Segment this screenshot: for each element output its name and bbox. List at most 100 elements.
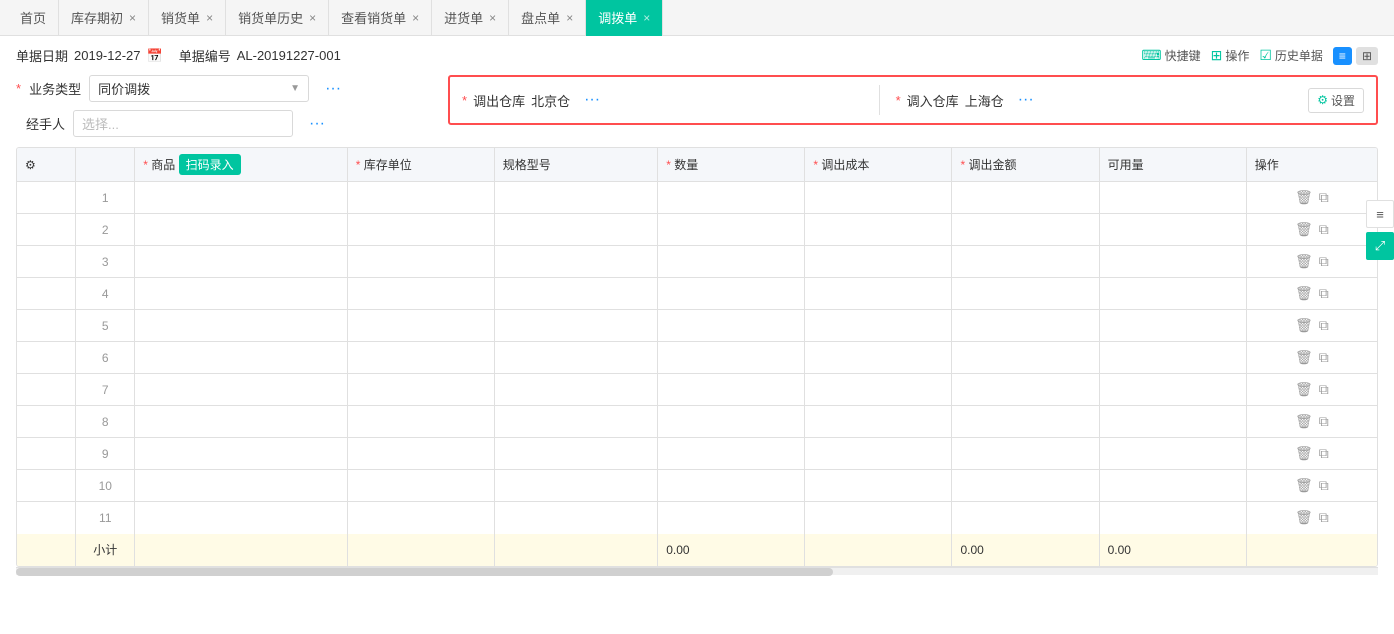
row-cost[interactable] <box>805 182 952 214</box>
manager-input[interactable]: 选择... <box>73 110 293 137</box>
row-cost[interactable] <box>805 374 952 406</box>
tab-view-sales[interactable]: 查看销货单 × <box>329 0 432 36</box>
tab-sales-history[interactable]: 销货单历史 × <box>226 0 329 36</box>
row-amount[interactable] <box>952 470 1099 502</box>
row-amount[interactable] <box>952 278 1099 310</box>
history-btn[interactable]: ☑ 历史单据 <box>1259 47 1323 64</box>
close-icon[interactable]: × <box>129 11 136 25</box>
row-product[interactable] <box>135 502 348 534</box>
row-unit[interactable] <box>347 374 494 406</box>
close-icon[interactable]: × <box>309 11 316 25</box>
business-type-input[interactable]: 同价调拨 ▼ <box>89 75 309 102</box>
row-qty[interactable] <box>658 310 805 342</box>
calendar-icon[interactable]: 📅 <box>147 48 163 64</box>
row-qty[interactable] <box>658 182 805 214</box>
copy-icon[interactable]: ⧉ <box>1319 253 1329 270</box>
row-available[interactable] <box>1099 214 1246 246</box>
row-cost[interactable] <box>805 470 952 502</box>
tab-purchase[interactable]: 进货单 × <box>432 0 509 36</box>
row-available[interactable] <box>1099 374 1246 406</box>
row-available[interactable] <box>1099 470 1246 502</box>
row-qty[interactable] <box>658 502 805 534</box>
copy-icon[interactable]: ⧉ <box>1319 477 1329 494</box>
row-cost[interactable] <box>805 278 952 310</box>
copy-icon[interactable]: ⧉ <box>1319 445 1329 462</box>
row-unit[interactable] <box>347 502 494 534</box>
row-spec[interactable] <box>494 182 657 214</box>
row-amount[interactable] <box>952 342 1099 374</box>
row-spec[interactable] <box>494 438 657 470</box>
row-unit[interactable] <box>347 246 494 278</box>
row-unit[interactable] <box>347 470 494 502</box>
row-qty[interactable] <box>658 278 805 310</box>
row-spec[interactable] <box>494 374 657 406</box>
row-spec[interactable] <box>494 342 657 374</box>
shortcuts-btn[interactable]: ⌨ 快捷键 <box>1141 47 1200 64</box>
horizontal-scrollbar[interactable] <box>16 567 1378 575</box>
row-spec[interactable] <box>494 310 657 342</box>
row-unit[interactable] <box>347 278 494 310</box>
row-spec[interactable] <box>494 502 657 534</box>
row-qty[interactable] <box>658 214 805 246</box>
row-available[interactable] <box>1099 502 1246 534</box>
delete-icon[interactable]: 🗑 <box>1295 509 1313 526</box>
row-product[interactable] <box>135 182 348 214</box>
delete-icon[interactable]: 🗑 <box>1295 221 1313 238</box>
close-icon[interactable]: × <box>566 11 573 25</box>
delete-icon[interactable]: 🗑 <box>1295 445 1313 462</box>
row-amount[interactable] <box>952 502 1099 534</box>
row-qty[interactable] <box>658 342 805 374</box>
copy-icon[interactable]: ⧉ <box>1319 221 1329 238</box>
tab-sales-order[interactable]: 销货单 × <box>149 0 226 36</box>
transfer-out-more-icon[interactable]: ··· <box>584 91 600 109</box>
row-unit[interactable] <box>347 342 494 374</box>
row-qty[interactable] <box>658 438 805 470</box>
row-amount[interactable] <box>952 406 1099 438</box>
row-unit[interactable] <box>347 214 494 246</box>
row-spec[interactable] <box>494 246 657 278</box>
row-product[interactable] <box>135 406 348 438</box>
row-product[interactable] <box>135 310 348 342</box>
copy-icon[interactable]: ⧉ <box>1319 349 1329 366</box>
business-type-more-icon[interactable]: ··· <box>325 80 341 98</box>
row-qty[interactable] <box>658 470 805 502</box>
row-product[interactable] <box>135 374 348 406</box>
delete-icon[interactable]: 🗑 <box>1295 413 1313 430</box>
row-spec[interactable] <box>494 278 657 310</box>
tab-home[interactable]: 首页 <box>8 0 59 36</box>
grid-view-btn[interactable]: ⊞ <box>1356 47 1378 65</box>
row-cost[interactable] <box>805 406 952 438</box>
row-available[interactable] <box>1099 246 1246 278</box>
delete-icon[interactable]: 🗑 <box>1295 285 1313 302</box>
delete-icon[interactable]: 🗑 <box>1295 349 1313 366</box>
close-icon-active[interactable]: × <box>643 11 650 25</box>
row-available[interactable] <box>1099 342 1246 374</box>
row-amount[interactable] <box>952 310 1099 342</box>
row-unit[interactable] <box>347 438 494 470</box>
row-unit[interactable] <box>347 182 494 214</box>
delete-icon[interactable]: 🗑 <box>1295 381 1313 398</box>
row-unit[interactable] <box>347 406 494 438</box>
list-view-btn[interactable]: ≡ <box>1333 47 1352 65</box>
row-product[interactable] <box>135 278 348 310</box>
tab-inventory-check[interactable]: 盘点单 × <box>509 0 586 36</box>
copy-icon[interactable]: ⧉ <box>1319 381 1329 398</box>
row-qty[interactable] <box>658 374 805 406</box>
row-available[interactable] <box>1099 438 1246 470</box>
copy-icon[interactable]: ⧉ <box>1319 509 1329 526</box>
tab-transfer[interactable]: 调拨单 × <box>586 0 663 36</box>
delete-icon[interactable]: 🗑 <box>1295 477 1313 494</box>
row-unit[interactable] <box>347 310 494 342</box>
row-available[interactable] <box>1099 406 1246 438</box>
copy-icon[interactable]: ⧉ <box>1319 317 1329 334</box>
row-spec[interactable] <box>494 470 657 502</box>
row-product[interactable] <box>135 246 348 278</box>
copy-icon[interactable]: ⧉ <box>1319 285 1329 302</box>
delete-icon[interactable]: 🗑 <box>1295 253 1313 270</box>
row-qty[interactable] <box>658 246 805 278</box>
row-cost[interactable] <box>805 214 952 246</box>
copy-icon[interactable]: ⧉ <box>1319 413 1329 430</box>
copy-icon[interactable]: ⧉ <box>1319 189 1329 206</box>
row-amount[interactable] <box>952 182 1099 214</box>
row-amount[interactable] <box>952 246 1099 278</box>
